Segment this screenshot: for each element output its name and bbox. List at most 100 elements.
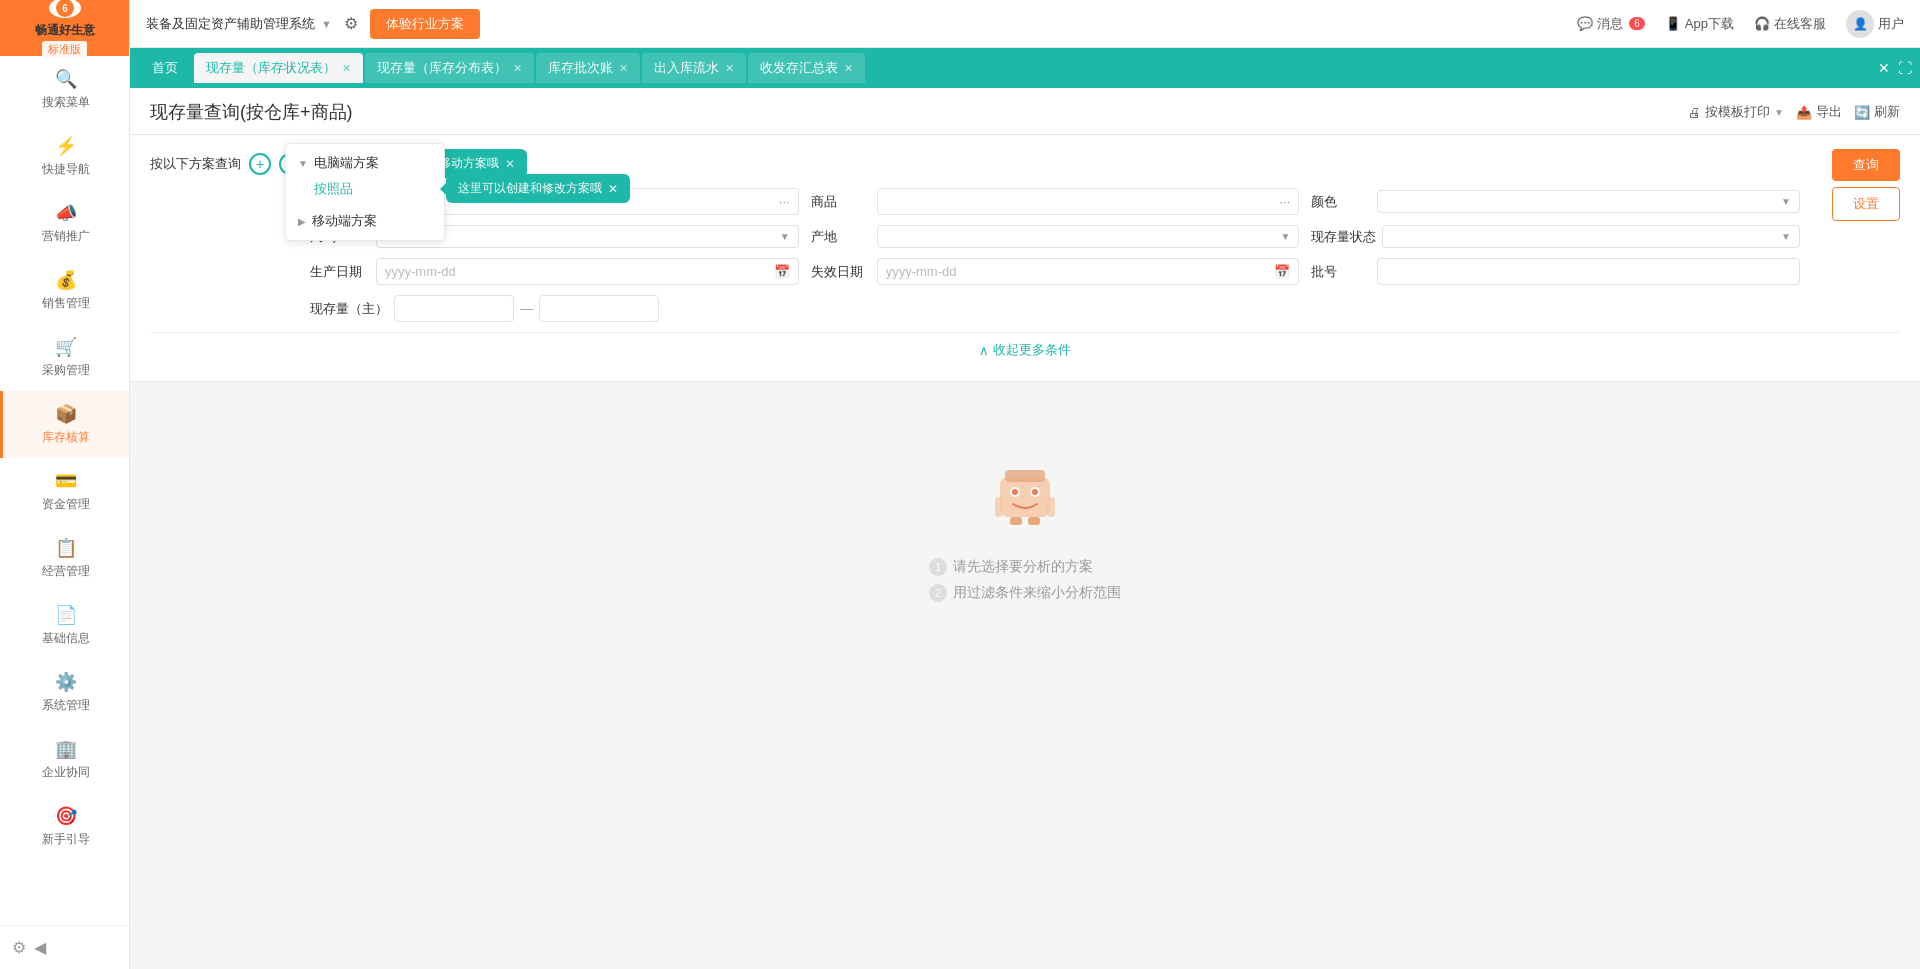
expiry-date-field: 失效日期 yyyy-mm-dd 📅 [811, 258, 1300, 285]
goods-input[interactable]: ··· [877, 188, 1300, 215]
size-chevron-icon: ▼ [780, 231, 790, 242]
color-field: 颜色 ▼ [1311, 188, 1800, 215]
color-label: 颜色 [1311, 193, 1371, 211]
svg-rect-11 [1028, 517, 1040, 525]
message-btn[interactable]: 💬 消息 6 [1577, 15, 1645, 33]
sidebar-item-basic[interactable]: 📄 基础信息 [0, 592, 129, 659]
export-icon: 📤 [1796, 105, 1812, 120]
enterprise-icon: 🏢 [55, 738, 77, 760]
query-buttons: 查询 设置 [1832, 149, 1900, 221]
batch-field: 批号 [1311, 258, 1800, 285]
svg-rect-10 [1010, 517, 1022, 525]
origin-select[interactable]: ▼ [877, 225, 1300, 248]
tip-num-2: 2 [929, 584, 947, 602]
experience-btn[interactable]: 体验行业方案 [370, 9, 480, 39]
sidebar-item-guide[interactable]: 🎯 新手引导 [0, 793, 129, 860]
production-date-input[interactable]: yyyy-mm-dd 📅 [376, 258, 799, 285]
tab-flow[interactable]: 出入库流水 ✕ [642, 53, 746, 83]
sidebar-item-system[interactable]: ⚙️ 系统管理 [0, 659, 129, 726]
stock-to-input[interactable] [539, 295, 659, 322]
refresh-btn[interactable]: 🔄 刷新 [1854, 103, 1900, 121]
tree-desktop-item-1[interactable]: 按照品 [286, 176, 444, 202]
origin-field: 产地 ▼ [811, 225, 1300, 248]
tip-1-text: 请先选择要分析的方案 [953, 558, 1093, 576]
sidebar-item-finance[interactable]: 💳 资金管理 [0, 458, 129, 525]
color-select[interactable]: ▼ [1377, 190, 1800, 213]
refresh-icon: 🔄 [1854, 105, 1870, 120]
filter-row-3: 生产日期 yyyy-mm-dd 📅 失效日期 yyyy-mm-dd 📅 [310, 258, 1800, 285]
tab-inventory-status[interactable]: 现存量（库存状况表） ✕ [194, 53, 363, 83]
scheme-tree: ▼ 电脑端方案 按照品 ▶ 移动端方案 这里可以创建和修改方案哦 ✕ [285, 143, 445, 241]
batch-input[interactable] [1377, 258, 1800, 285]
tab-close-icon[interactable]: ✕ [619, 62, 628, 75]
add-scheme-btn[interactable]: + [249, 153, 271, 175]
inventory-icon: 📦 [55, 403, 77, 425]
tooltip2-text: 这里可以创建和修改方案哦 [458, 180, 602, 197]
sidebar-item-enterprise[interactable]: 🏢 企业协同 [0, 726, 129, 793]
svg-rect-9 [1047, 497, 1055, 517]
empty-illustration [975, 442, 1075, 542]
tooltip-create-scheme: 这里可以创建和修改方案哦 ✕ [446, 174, 630, 203]
message-label: 消息 [1597, 15, 1623, 33]
online-support-btn[interactable]: 🎧 在线客服 [1754, 15, 1826, 33]
tab-close-icon[interactable]: ✕ [342, 62, 351, 75]
sidebar-item-label: 快捷导航 [42, 161, 90, 178]
expiry-date-input[interactable]: yyyy-mm-dd 📅 [877, 258, 1300, 285]
basic-icon: 📄 [55, 604, 77, 626]
tree-mobile-schemes[interactable]: ▶ 移动端方案 [286, 208, 444, 234]
collapse-sidebar-icon[interactable]: ◀ [34, 938, 46, 957]
svg-text:6: 6 [62, 3, 68, 14]
sidebar-item-marketing[interactable]: 📣 营销推广 [0, 190, 129, 257]
tab-close-icon[interactable]: ✕ [844, 62, 853, 75]
sales-icon: 💰 [55, 269, 77, 291]
stock-from-input[interactable] [394, 295, 514, 322]
tab-close-icon[interactable]: ✕ [513, 62, 522, 75]
tooltip-close-icon[interactable]: ✕ [505, 157, 515, 171]
tab-summary[interactable]: 收发存汇总表 ✕ [748, 53, 865, 83]
tooltip2-close-icon[interactable]: ✕ [608, 182, 618, 196]
tab-fullscreen-icon[interactable]: ⛶ [1898, 60, 1912, 76]
export-btn[interactable]: 📤 导出 [1796, 103, 1842, 121]
svg-rect-2 [1000, 477, 1050, 517]
tab-close-all-icon[interactable]: ✕ [1878, 60, 1890, 76]
sidebar-item-sales[interactable]: 💰 销售管理 [0, 257, 129, 324]
topbar-settings-icon[interactable]: ⚙ [344, 14, 358, 33]
collapse-btn[interactable]: ∧ 收起更多条件 [150, 332, 1900, 367]
tip-1: 1 请先选择要分析的方案 [929, 558, 1121, 576]
query-btn[interactable]: 查询 [1832, 149, 1900, 181]
tab-home[interactable]: 首页 [138, 53, 192, 83]
app-download-btn[interactable]: 📱 App下载 [1665, 15, 1734, 33]
print-chevron-icon: ▼ [1774, 107, 1784, 118]
system-chevron-icon: ▼ [321, 18, 332, 30]
tree-desktop-schemes[interactable]: ▼ 电脑端方案 [286, 150, 444, 176]
reset-btn[interactable]: 设置 [1832, 187, 1900, 221]
topbar-right: 💬 消息 6 📱 App下载 🎧 在线客服 👤 用户 [1577, 10, 1904, 38]
guide-icon: 🎯 [55, 805, 77, 827]
settings-icon[interactable]: ⚙ [12, 938, 26, 957]
sidebar-item-purchase[interactable]: 🛒 采购管理 [0, 324, 129, 391]
sidebar-item-operations[interactable]: 📋 经营管理 [0, 525, 129, 592]
sidebar-item-inventory[interactable]: 📦 库存核算 [0, 391, 129, 458]
filter-label: 按以下方案查询 [150, 155, 241, 173]
stock-status-select[interactable]: ▼ [1382, 225, 1800, 248]
sidebar-item-label: 销售管理 [42, 295, 90, 312]
finance-icon: 💳 [55, 470, 77, 492]
tree-child-label: 按照品 [314, 180, 353, 198]
sidebar-item-search-menu[interactable]: 🔍 搜索菜单 [0, 56, 129, 123]
filter-area: 按以下方案查询 + ↺ ← 电脑方案可设为移动方案哦 ✕ ▼ [130, 135, 1920, 382]
filter-row-4: 现存量（主） — [310, 295, 1800, 322]
user-profile-btn[interactable]: 👤 用户 [1846, 10, 1904, 38]
page-title: 现存量查询(按仓库+商品) [150, 100, 353, 124]
tab-inventory-distribution[interactable]: 现存量（库存分布表） ✕ [365, 53, 534, 83]
tab-close-icon[interactable]: ✕ [725, 62, 734, 75]
page-header: 现存量查询(按仓库+商品) 🖨 按模板打印 ▼ 📤 导出 🔄 刷新 [130, 88, 1920, 135]
system-selector[interactable]: 装备及固定资产辅助管理系统 ▼ [146, 15, 332, 33]
quick-nav-icon: ⚡ [55, 135, 77, 157]
tab-batch-account[interactable]: 库存批次账 ✕ [536, 53, 640, 83]
stock-main-label: 现存量（主） [310, 300, 388, 318]
sidebar-item-label: 营销推广 [42, 228, 90, 245]
sidebar-item-quick-nav[interactable]: ⚡ 快捷导航 [0, 123, 129, 190]
message-badge: 6 [1629, 17, 1645, 30]
print-btn[interactable]: 🖨 按模板打印 ▼ [1688, 103, 1784, 121]
sidebar-item-label: 新手引导 [42, 831, 90, 848]
